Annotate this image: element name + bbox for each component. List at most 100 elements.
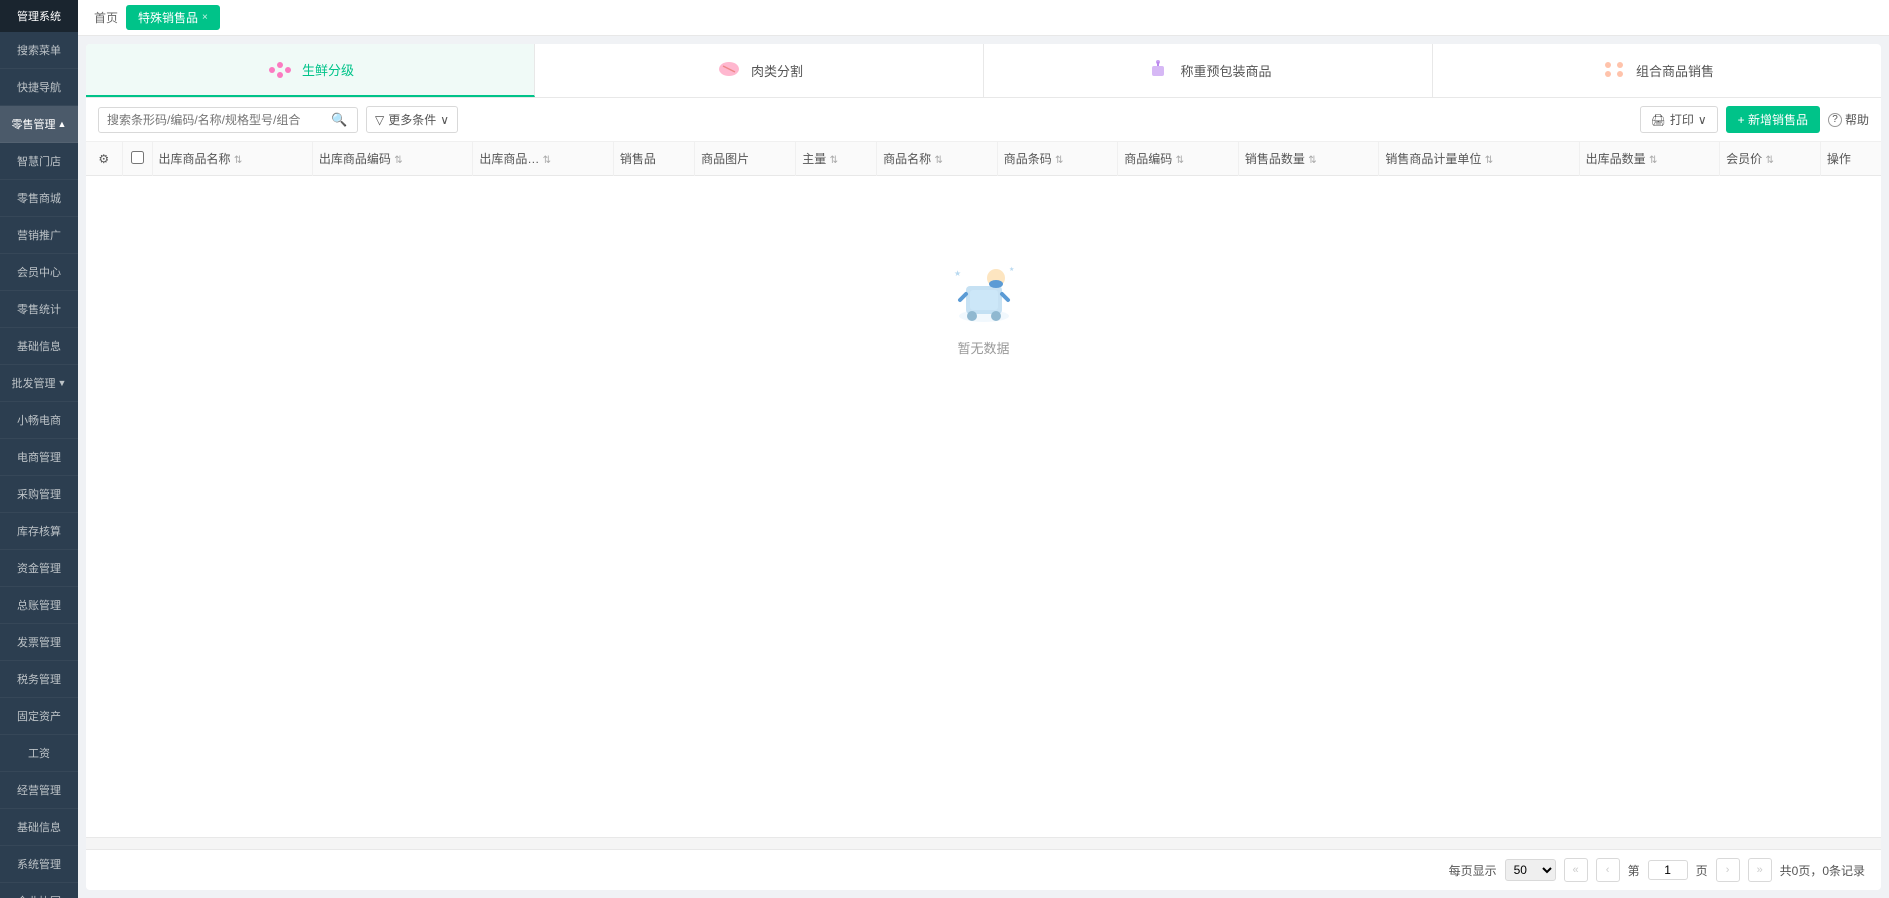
col-goods-name[interactable]: 商品名称 [877,142,998,176]
sidebar-item-enterprise[interactable]: 企业协同 [0,883,78,898]
add-sales-item-button[interactable]: + 新增销售品 [1726,106,1820,133]
sidebar-item-tax-mgmt[interactable]: 税务管理 [0,661,78,698]
sidebar-item-retail-stats[interactable]: 零售统计 [0,291,78,328]
page-suffix: 页 [1696,862,1708,879]
sidebar-item-retail-mgmt[interactable]: 零售管理 ▲ [0,106,78,143]
sidebar-item-search-menu[interactable]: 搜索菜单 [0,32,78,69]
col-sales-qty[interactable]: 销售品数量 [1238,142,1379,176]
sidebar-item-ecom-mgmt[interactable]: 电商管理 [0,439,78,476]
col-out-goods-name[interactable]: 出库商品名称 [152,142,312,176]
sidebar-item-marketing[interactable]: 营销推广 [0,217,78,254]
search-input[interactable] [107,113,327,127]
fresh-grade-icon [266,59,294,81]
sidebar-item-fixed-assets[interactable]: 固定资产 [0,698,78,735]
sidebar-item-sys-mgmt[interactable]: 系统管理 [0,846,78,883]
sidebar-label-quick-nav: 快捷导航 [4,79,74,95]
sidebar-item-finance[interactable]: 资金管理 [0,550,78,587]
sidebar-item-wages[interactable]: 工资 [0,735,78,772]
sidebar-item-batch-mgmt[interactable]: 批发管理 ▼ [0,365,78,402]
sidebar-item-general-ledger[interactable]: 总账管理 [0,587,78,624]
chevron-down-icon2: ▼ [58,378,67,388]
sidebar-item-base-info2[interactable]: 基础信息 [0,809,78,846]
col-goods-barcode[interactable]: 商品条码 [997,142,1118,176]
logo-text: 管理系统 [17,8,61,24]
tab-fresh-grade[interactable]: 生鲜分级 [86,44,535,97]
tab-meat-cut[interactable]: 肉类分割 [535,44,984,97]
last-page-icon: » [1757,864,1763,876]
print-arrow-icon: ∨ [1698,113,1707,127]
sidebar-label-batch-mgmt: 批发管理 [12,375,56,391]
active-tab[interactable]: 特殊销售品 × [126,5,220,30]
sidebar-item-invoice-mgmt[interactable]: 发票管理 [0,624,78,661]
sidebar-item-ops-mgmt[interactable]: 经营管理 [0,772,78,809]
sidebar-label-tax-mgmt: 税务管理 [4,671,74,687]
toolbar-left: 🔍 ▽ 更多条件 ∨ [98,106,458,133]
col-operation: 操作 [1820,142,1881,176]
prev-page-button[interactable]: ‹ [1596,858,1620,882]
tab-close-button[interactable]: × [202,12,208,23]
combo-sales-icon [1600,58,1628,83]
data-table: ⚙ 出库商品名称 出库商品编码 出库商品… [86,142,1881,437]
filter-button[interactable]: ▽ 更多条件 ∨ [366,106,458,133]
col-checkbox[interactable] [122,142,152,176]
tab-weighed-pack[interactable]: 称重预包装商品 [984,44,1433,97]
page-input[interactable] [1648,860,1688,880]
sidebar-label-wages: 工资 [4,745,74,761]
sidebar-item-smart-store[interactable]: 智慧门店 [0,143,78,180]
sidebar-item-basic-info[interactable]: 基础信息 [0,328,78,365]
chevron-down-icon: ▲ [58,119,67,129]
search-icon: 🔍 [331,112,347,128]
search-box[interactable]: 🔍 [98,107,358,133]
sidebar-item-member-center[interactable]: 会员中心 [0,254,78,291]
next-page-button[interactable]: › [1716,858,1740,882]
toolbar: 🔍 ▽ 更多条件 ∨ 🖨 打印 ∨ + 新增销售品 ? [86,98,1881,142]
sidebar-item-quick-nav[interactable]: 快捷导航 [0,69,78,106]
tab-combo-sales-label: 组合商品销售 [1636,61,1714,80]
col-operation-label: 操作 [1827,152,1851,166]
col-out-qty[interactable]: 出库品数量 [1579,142,1720,176]
sidebar-label-marketing: 营销推广 [4,227,74,243]
tab-combo-sales[interactable]: 组合商品销售 [1433,44,1881,97]
col-settings[interactable]: ⚙ [86,142,122,176]
col-goods-code[interactable]: 商品编码 [1118,142,1239,176]
col-out-goods-code[interactable]: 出库商品编码 [312,142,472,176]
sidebar-item-purchase-mgmt[interactable]: 采购管理 [0,476,78,513]
sidebar-item-mini-ecom[interactable]: 小畅电商 [0,402,78,439]
col-sales-unit[interactable]: 销售商品计量单位 [1379,142,1579,176]
first-page-button[interactable]: « [1564,858,1588,882]
sidebar-item-retail-mall[interactable]: 零售商城 [0,180,78,217]
col-out-goods-spec-label: 出库商品… [479,152,539,166]
sidebar-label-ops-mgmt: 经营管理 [4,782,74,798]
sidebar-label-inventory: 库存核算 [4,523,74,539]
svg-text:★: ★ [1009,266,1014,273]
col-member-price-label: 会员价 [1726,152,1762,166]
help-button[interactable]: ? 帮助 [1828,111,1869,128]
sidebar-label-finance: 资金管理 [4,560,74,576]
col-member-price[interactable]: 会员价 [1720,142,1821,176]
sidebar: 管理系统 搜索菜单 快捷导航 零售管理 ▲ 智慧门店 零售商城 营销推广 会员中… [0,0,78,898]
col-goods-image: 商品图片 [695,142,796,176]
empty-state: ★ ★ 暂无数据 [86,176,1881,437]
print-button[interactable]: 🖨 打印 ∨ [1640,106,1718,133]
tab-fresh-grade-label: 生鲜分级 [302,60,354,79]
select-all-checkbox[interactable] [131,151,144,164]
col-main-qty[interactable]: 主量 [796,142,877,176]
sidebar-item-inventory[interactable]: 库存核算 [0,513,78,550]
first-page-icon: « [1573,864,1579,876]
bottom-scrollbar[interactable] [86,837,1881,849]
col-out-goods-spec[interactable]: 出库商品… [473,142,614,176]
settings-icon[interactable]: ⚙ [98,152,109,166]
filter-icon: ▽ [375,113,384,127]
last-page-button[interactable]: » [1748,858,1772,882]
sidebar-label-ecom-mgmt: 电商管理 [4,449,74,465]
sidebar-label-retail-stats: 零售统计 [4,301,74,317]
print-label: 打印 [1670,111,1694,128]
filter-label: 更多条件 [388,111,436,128]
home-link[interactable]: 首页 [94,9,118,26]
page-label: 第 [1628,862,1640,879]
toolbar-right: 🖨 打印 ∨ + 新增销售品 ? 帮助 [1640,106,1869,133]
category-tabs: 生鲜分级 肉类分割 [86,44,1881,98]
sidebar-label-search-menu: 搜索菜单 [4,42,74,58]
sidebar-label-retail-mall: 零售商城 [4,190,74,206]
per-page-select[interactable]: 10 20 50 100 [1505,859,1556,881]
